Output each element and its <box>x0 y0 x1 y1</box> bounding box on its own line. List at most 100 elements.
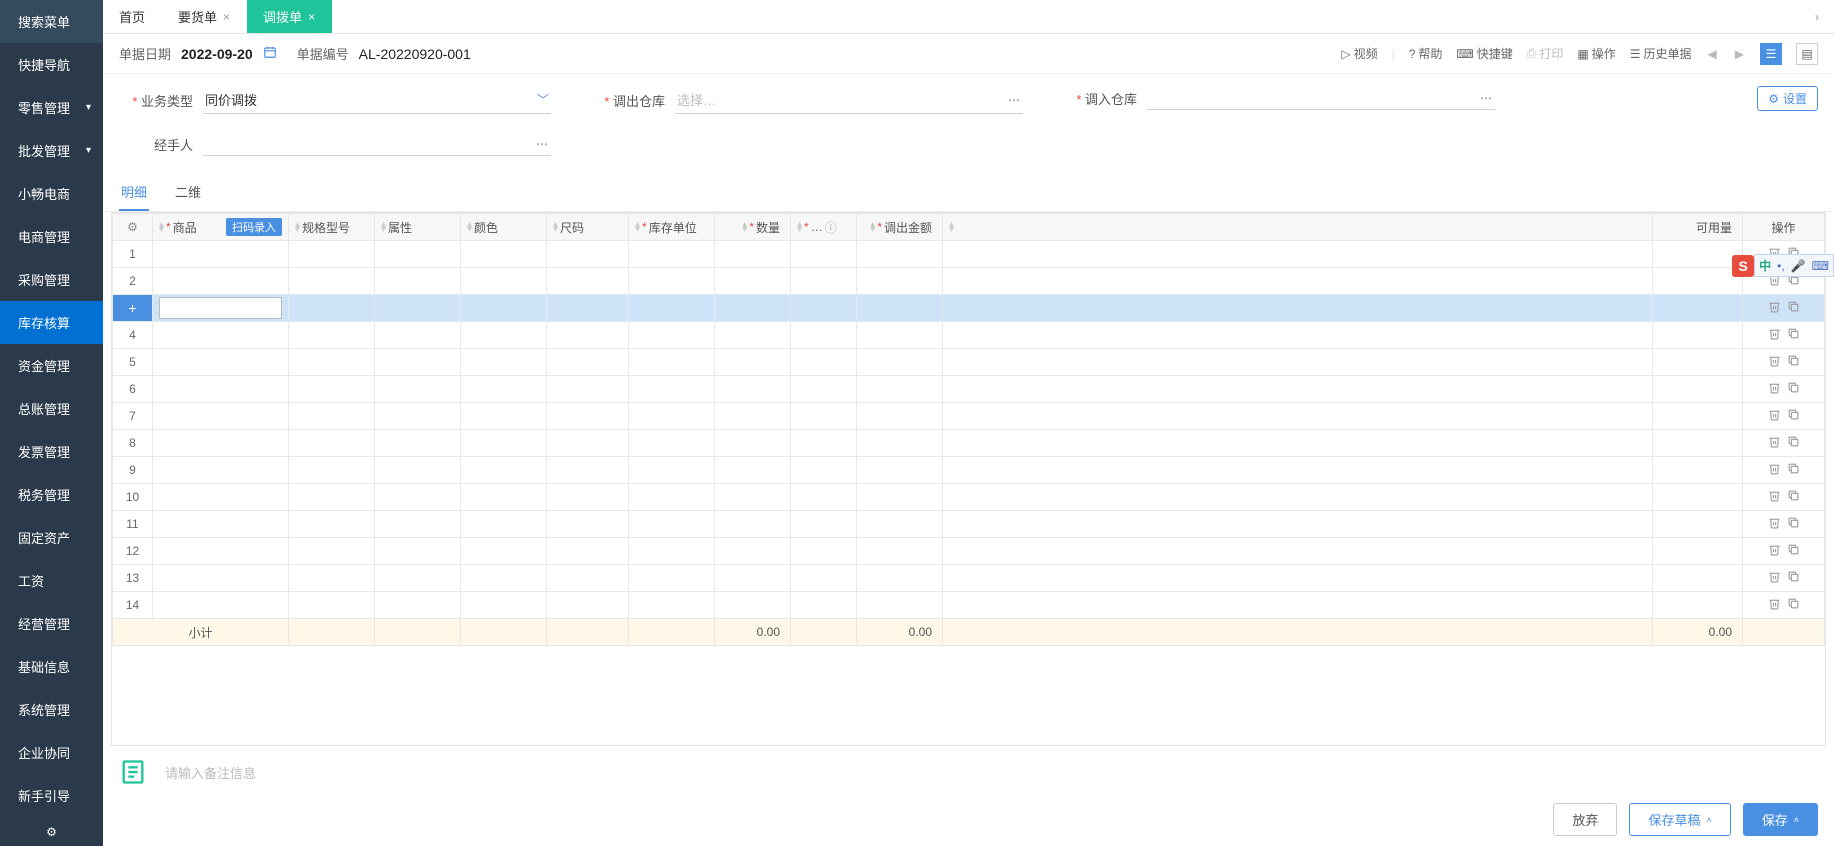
delete-icon[interactable] <box>1768 300 1781 316</box>
table-row[interactable]: + <box>113 295 1825 322</box>
sidebar-item-11[interactable]: 税务管理 <box>0 473 103 516</box>
table-cell[interactable] <box>715 268 791 295</box>
table-row[interactable]: 6 <box>113 376 1825 403</box>
table-cell[interactable] <box>715 484 791 511</box>
table-cell[interactable] <box>289 538 375 565</box>
table-cell[interactable] <box>715 592 791 619</box>
table-cell[interactable] <box>857 592 943 619</box>
table-cell[interactable] <box>715 403 791 430</box>
table-cell[interactable] <box>153 511 289 538</box>
table-cell[interactable] <box>629 565 715 592</box>
delete-icon[interactable] <box>1768 543 1781 559</box>
print-link[interactable]: ⎙打印 <box>1527 45 1564 62</box>
sidebar-item-18[interactable]: 新手引导 <box>0 774 103 817</box>
sidebar-settings-icon[interactable]: ⚙ <box>0 817 103 847</box>
table-cell[interactable] <box>943 565 1653 592</box>
table-cell[interactable] <box>1653 538 1743 565</box>
table-cell[interactable] <box>1653 322 1743 349</box>
table-cell[interactable] <box>943 538 1653 565</box>
copy-icon[interactable] <box>1787 381 1800 397</box>
table-cell[interactable] <box>943 322 1653 349</box>
table-cell[interactable] <box>289 430 375 457</box>
ime-punct-icon[interactable]: •, <box>1777 259 1785 273</box>
table-cell[interactable] <box>375 538 461 565</box>
table-cell[interactable] <box>1653 349 1743 376</box>
delete-icon[interactable] <box>1768 354 1781 370</box>
next-doc-icon[interactable]: ▶ <box>1733 47 1746 61</box>
table-row[interactable]: 12 <box>113 538 1825 565</box>
table-cell[interactable] <box>289 349 375 376</box>
table-cell[interactable] <box>715 565 791 592</box>
delete-icon[interactable] <box>1768 516 1781 532</box>
remark-input[interactable] <box>165 760 1818 787</box>
table-cell[interactable] <box>791 241 857 268</box>
table-cell[interactable] <box>715 295 791 322</box>
tabs-scroll-right-icon[interactable]: › <box>1806 10 1828 24</box>
sort-icon[interactable]: ▴▾ <box>797 222 802 232</box>
table-cell[interactable] <box>375 457 461 484</box>
sidebar-item-0[interactable]: 搜索菜单 <box>0 0 103 43</box>
table-cell[interactable] <box>1653 484 1743 511</box>
sort-icon[interactable]: ▴▾ <box>553 222 558 232</box>
calendar-icon[interactable] <box>263 45 277 62</box>
table-cell[interactable] <box>547 538 629 565</box>
table-cell[interactable] <box>547 430 629 457</box>
table-cell[interactable] <box>375 322 461 349</box>
sidebar-item-12[interactable]: 固定资产 <box>0 516 103 559</box>
delete-icon[interactable] <box>1768 327 1781 343</box>
table-cell[interactable] <box>943 295 1653 322</box>
table-cell[interactable] <box>153 376 289 403</box>
table-row[interactable]: 9 <box>113 457 1825 484</box>
table-cell[interactable] <box>715 376 791 403</box>
th-qty[interactable]: ▴▾*数量 <box>715 214 791 241</box>
table-cell[interactable] <box>461 295 547 322</box>
table-cell[interactable] <box>715 322 791 349</box>
th-hidden[interactable]: ▴▾*… ⓘ <box>791 214 857 241</box>
table-cell[interactable] <box>547 295 629 322</box>
sidebar-item-3[interactable]: 批发管理▾ <box>0 129 103 172</box>
table-cell[interactable] <box>375 241 461 268</box>
table-cell[interactable] <box>857 349 943 376</box>
table-cell[interactable] <box>461 592 547 619</box>
table-cell[interactable] <box>153 403 289 430</box>
subtab-2d[interactable]: 二维 <box>173 174 203 211</box>
table-cell[interactable] <box>629 376 715 403</box>
table-cell[interactable] <box>461 565 547 592</box>
table-cell[interactable] <box>791 295 857 322</box>
table-row[interactable]: 1 <box>113 241 1825 268</box>
copy-icon[interactable] <box>1787 570 1800 586</box>
copy-icon[interactable] <box>1787 516 1800 532</box>
table-cell[interactable] <box>943 484 1653 511</box>
table-cell[interactable] <box>791 511 857 538</box>
table-row[interactable]: 5 <box>113 349 1825 376</box>
table-cell[interactable] <box>153 349 289 376</box>
copy-icon[interactable] <box>1787 435 1800 451</box>
copy-icon[interactable] <box>1787 489 1800 505</box>
table-cell[interactable] <box>461 484 547 511</box>
table-cell[interactable] <box>375 592 461 619</box>
sidebar-item-15[interactable]: 基础信息 <box>0 645 103 688</box>
scan-input-button[interactable]: 扫码录入 <box>226 218 282 236</box>
table-cell[interactable] <box>943 457 1653 484</box>
subtab-detail[interactable]: 明细 <box>119 174 149 211</box>
table-cell[interactable] <box>943 592 1653 619</box>
table-cell[interactable] <box>791 268 857 295</box>
table-cell[interactable] <box>547 322 629 349</box>
table-cell[interactable] <box>715 457 791 484</box>
table-cell[interactable] <box>153 565 289 592</box>
table-cell[interactable] <box>1653 457 1743 484</box>
gear-icon[interactable]: ⚙ <box>127 220 138 234</box>
delete-icon[interactable] <box>1768 381 1781 397</box>
settings-button[interactable]: ⚙ 设置 <box>1757 86 1818 111</box>
delete-icon[interactable] <box>1768 597 1781 613</box>
save-button[interactable]: 保存˄ <box>1743 803 1818 836</box>
add-row-button[interactable]: + <box>124 299 142 317</box>
table-cell[interactable] <box>1653 430 1743 457</box>
sidebar-item-16[interactable]: 系统管理 <box>0 688 103 731</box>
sidebar-item-5[interactable]: 电商管理 <box>0 215 103 258</box>
table-cell[interactable] <box>857 457 943 484</box>
table-cell[interactable] <box>153 484 289 511</box>
table-cell[interactable] <box>461 241 547 268</box>
sort-icon[interactable]: ▴▾ <box>742 222 747 232</box>
table-cell[interactable] <box>857 430 943 457</box>
